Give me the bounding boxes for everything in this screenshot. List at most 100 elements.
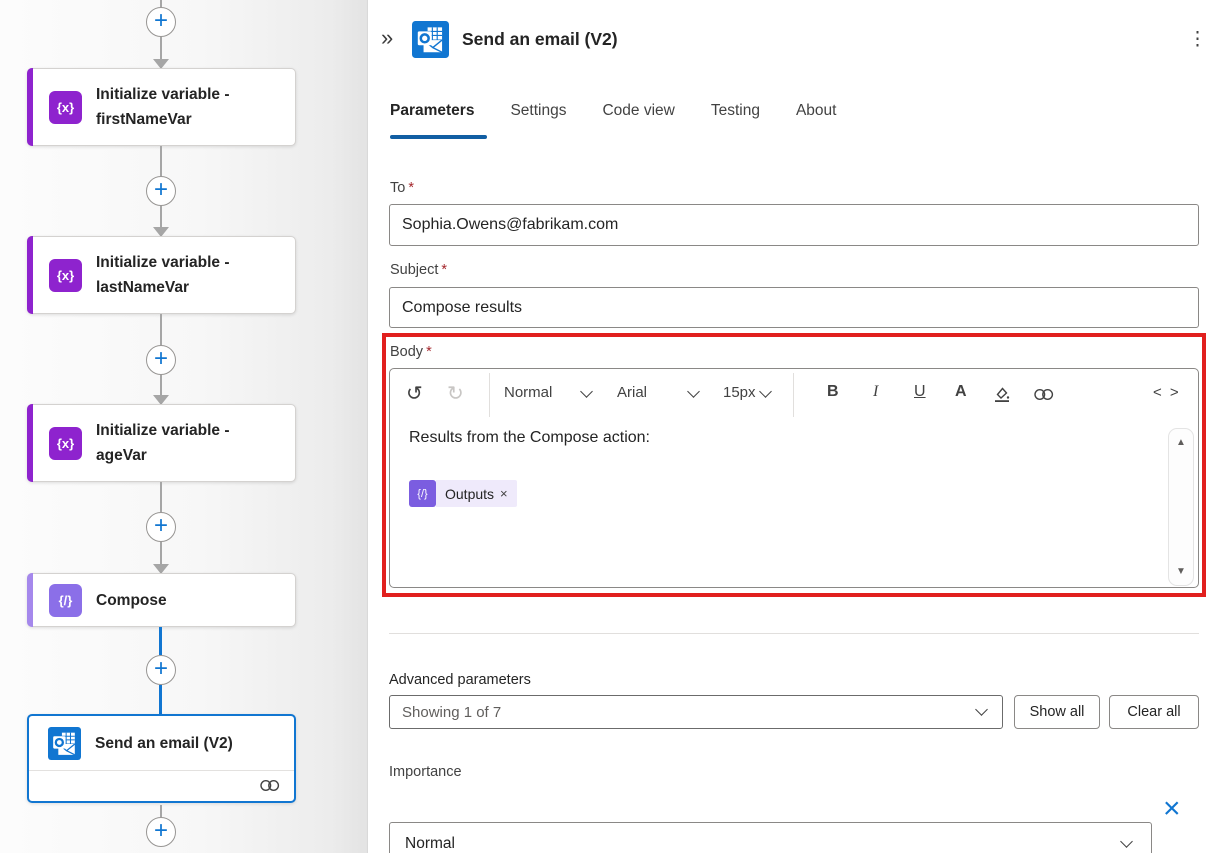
to-input[interactable]: Sophia.Owens@fabrikam.com bbox=[389, 204, 1199, 246]
tab-code-view[interactable]: Code view bbox=[602, 102, 674, 120]
flow-canvas: + {x} Initialize variable - firstNameVar… bbox=[0, 0, 368, 853]
italic-icon[interactable]: I bbox=[873, 383, 878, 401]
body-text[interactable]: Results from the Compose action: bbox=[409, 429, 650, 447]
highlight-color-icon[interactable] bbox=[993, 385, 1011, 408]
connector-line bbox=[160, 542, 162, 565]
insert-step-button[interactable]: + bbox=[146, 7, 176, 37]
connector-line bbox=[160, 314, 162, 345]
code-view-toggle-icon[interactable]: < > bbox=[1153, 384, 1181, 401]
token-dynamic-content-icon: {/} bbox=[409, 480, 436, 507]
connector-line bbox=[160, 37, 162, 60]
font-color-icon[interactable]: A bbox=[955, 383, 967, 401]
connector-line bbox=[160, 146, 162, 176]
redo-icon[interactable]: ↻ bbox=[447, 381, 464, 406]
chevron-down-icon[interactable] bbox=[759, 385, 772, 398]
connector-line bbox=[160, 375, 162, 396]
insert-step-button[interactable]: + bbox=[146, 817, 176, 847]
connector-line-selected bbox=[159, 685, 162, 714]
insert-step-button[interactable]: + bbox=[146, 512, 176, 542]
node-label: Compose bbox=[96, 588, 274, 613]
clear-all-button[interactable]: Clear all bbox=[1109, 695, 1199, 729]
flow-node-compose[interactable]: {/} Compose bbox=[27, 573, 296, 627]
paragraph-style-dropdown[interactable]: Normal bbox=[504, 384, 552, 401]
node-accent-bar bbox=[27, 404, 33, 482]
node-label: Send an email (V2) bbox=[95, 731, 285, 756]
token-body: Outputs × bbox=[436, 480, 517, 507]
send-email-node-header: Send an email (V2) bbox=[29, 716, 294, 770]
insert-step-button[interactable]: + bbox=[146, 345, 176, 375]
advanced-parameters-label: Advanced parameters bbox=[389, 672, 531, 688]
compose-icon: {/} bbox=[49, 584, 82, 617]
power-automate-designer: + {x} Initialize variable - firstNameVar… bbox=[0, 0, 1217, 853]
initialize-variable-icon: {x} bbox=[49, 91, 82, 124]
node-accent-bar bbox=[27, 236, 33, 314]
subject-input[interactable]: Compose results bbox=[389, 287, 1199, 328]
token-label: Outputs bbox=[445, 486, 494, 502]
clear-importance-icon[interactable]: × bbox=[1163, 789, 1181, 829]
toolbar-separator bbox=[793, 373, 794, 417]
plus-icon: + bbox=[154, 514, 168, 538]
send-email-node-footer bbox=[29, 771, 294, 800]
body-label: Body* bbox=[390, 344, 432, 360]
plus-icon: + bbox=[154, 347, 168, 371]
undo-icon[interactable]: ↺ bbox=[406, 381, 423, 406]
font-size-dropdown[interactable]: 15px bbox=[723, 384, 756, 401]
node-label: Initialize variable - ageVar bbox=[96, 418, 274, 468]
more-options-icon[interactable]: ⋮ bbox=[1188, 28, 1207, 51]
tab-settings[interactable]: Settings bbox=[510, 102, 566, 120]
tab-parameters[interactable]: Parameters bbox=[390, 102, 474, 120]
connector-line bbox=[160, 0, 162, 7]
insert-step-button[interactable]: + bbox=[146, 655, 176, 685]
to-label-text: To bbox=[390, 180, 405, 196]
node-accent-bar bbox=[27, 68, 33, 146]
connector-line bbox=[160, 805, 162, 817]
plus-icon: + bbox=[154, 819, 168, 843]
editor-scrollbar[interactable]: ▲ ▼ bbox=[1168, 428, 1194, 586]
subject-label-text: Subject bbox=[390, 262, 438, 278]
advanced-parameters-dropdown[interactable]: Showing 1 of 7 bbox=[389, 695, 1003, 729]
show-all-button[interactable]: Show all bbox=[1014, 695, 1100, 729]
importance-label: Importance bbox=[389, 764, 462, 780]
insert-step-button[interactable]: + bbox=[146, 176, 176, 206]
connector-line-selected bbox=[159, 627, 162, 655]
required-asterisk: * bbox=[408, 180, 414, 196]
flow-node-initialize-firstnamevar[interactable]: {x} Initialize variable - firstNameVar bbox=[27, 68, 296, 146]
bold-icon[interactable]: B bbox=[827, 383, 839, 401]
section-divider bbox=[389, 633, 1199, 634]
underline-icon[interactable]: U bbox=[914, 383, 926, 401]
body-label-text: Body bbox=[390, 344, 423, 360]
tab-about[interactable]: About bbox=[796, 102, 837, 120]
plus-icon: + bbox=[154, 9, 168, 33]
collapse-panel-icon[interactable]: » bbox=[381, 25, 393, 51]
chevron-down-icon bbox=[975, 703, 988, 716]
active-tab-indicator bbox=[390, 135, 487, 139]
plus-icon: + bbox=[154, 657, 168, 681]
node-accent-bar bbox=[27, 573, 33, 627]
scroll-up-icon[interactable]: ▲ bbox=[1169, 437, 1193, 448]
outputs-token[interactable]: {/} Outputs × bbox=[409, 480, 517, 507]
font-name-dropdown[interactable]: Arial bbox=[617, 384, 647, 401]
to-label: To* bbox=[390, 180, 414, 196]
connector-line bbox=[160, 482, 162, 512]
flow-node-initialize-agevar[interactable]: {x} Initialize variable - ageVar bbox=[27, 404, 296, 482]
chevron-down-icon[interactable] bbox=[580, 385, 593, 398]
tab-testing[interactable]: Testing bbox=[711, 102, 760, 120]
toolbar-separator bbox=[489, 373, 490, 417]
importance-dropdown[interactable]: Normal bbox=[389, 822, 1152, 853]
subject-value: Compose results bbox=[402, 299, 522, 317]
panel-title: Send an email (V2) bbox=[462, 29, 618, 50]
flow-node-initialize-lastnamevar[interactable]: {x} Initialize variable - lastNameVar bbox=[27, 236, 296, 314]
body-rich-text-editor[interactable]: ↺ ↻ Normal Arial 15px B I U A bbox=[389, 368, 1199, 588]
action-panel: » Send an email (V2) ⋮ Parameters Settin… bbox=[368, 0, 1217, 853]
to-value: Sophia.Owens@fabrikam.com bbox=[402, 216, 618, 234]
outlook-icon bbox=[48, 727, 81, 760]
chevron-down-icon[interactable] bbox=[687, 385, 700, 398]
token-remove-icon[interactable]: × bbox=[500, 486, 508, 501]
connection-icon[interactable] bbox=[259, 779, 281, 792]
scroll-down-icon[interactable]: ▼ bbox=[1169, 566, 1193, 577]
subject-label: Subject* bbox=[390, 262, 447, 278]
outlook-icon bbox=[412, 21, 449, 63]
required-asterisk: * bbox=[426, 344, 432, 360]
flow-node-send-email[interactable]: Send an email (V2) bbox=[27, 714, 296, 803]
link-icon[interactable] bbox=[1033, 388, 1055, 406]
